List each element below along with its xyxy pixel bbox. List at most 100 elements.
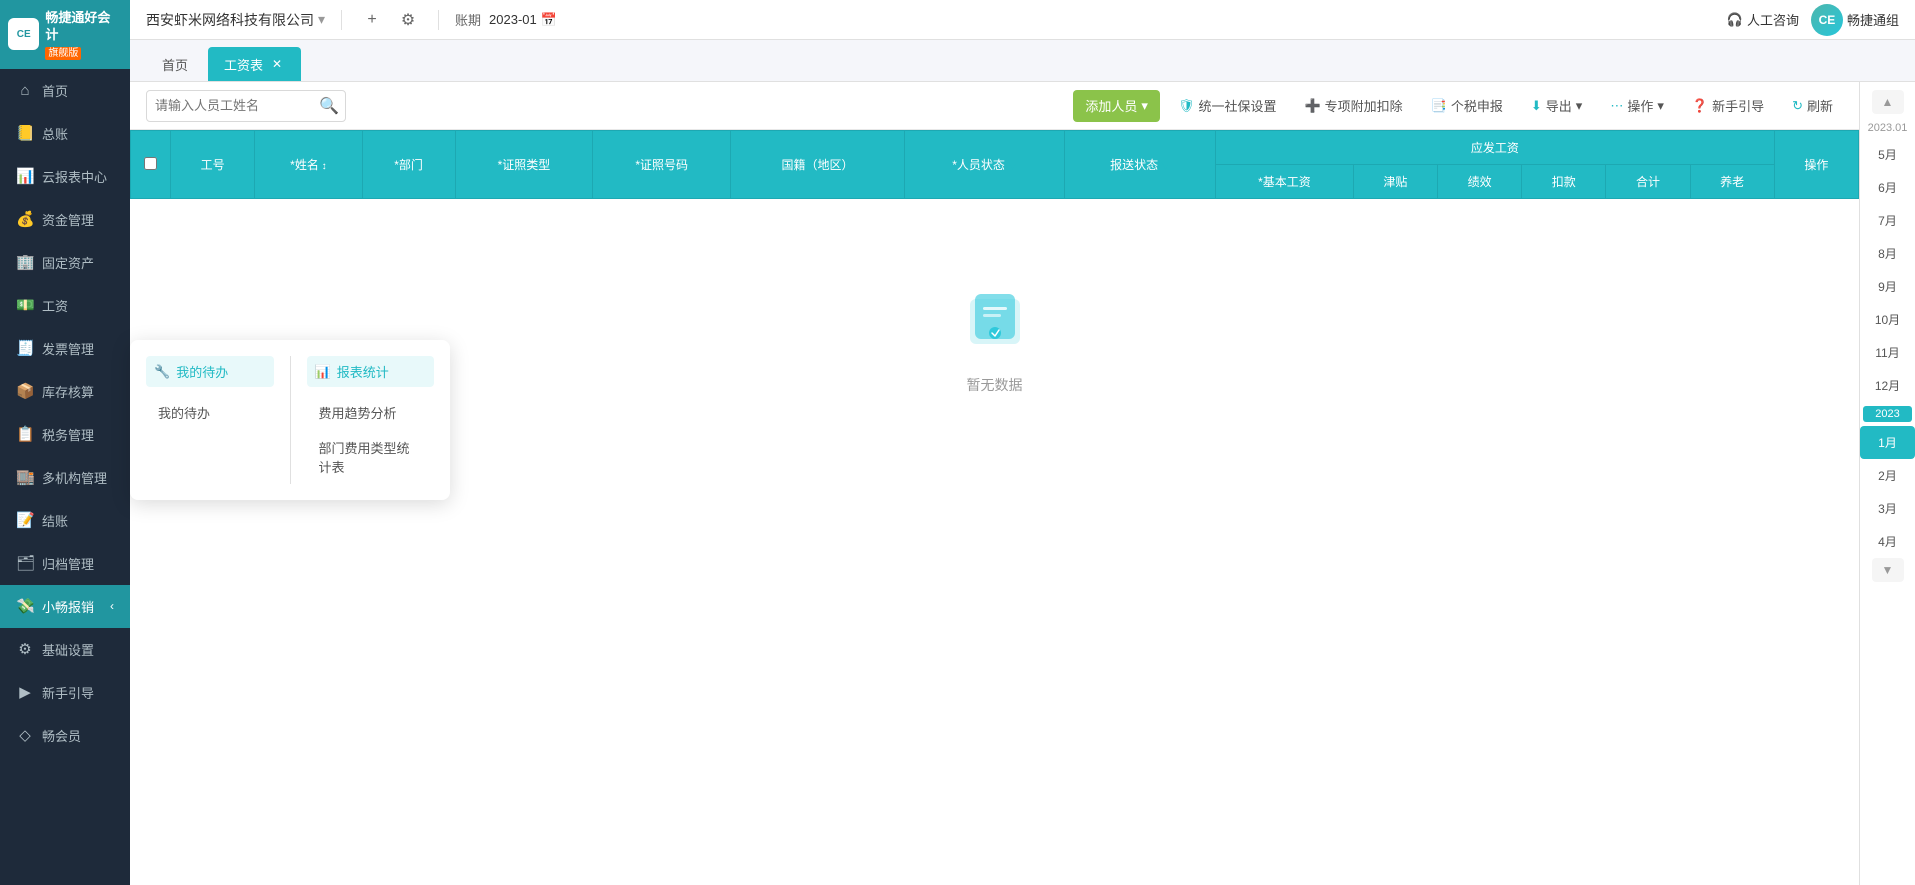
report-icon: 📊 [16, 167, 34, 185]
th-performance[interactable]: 绩效 [1438, 165, 1522, 199]
sidebar-item-invoice[interactable]: 🧾 发票管理 [0, 327, 130, 370]
month-jul-2022[interactable]: 7月 [1860, 204, 1915, 237]
app-name: 畅捷通好会计 [45, 10, 122, 44]
sidebar-item-fund[interactable]: 💰 资金管理 [0, 198, 130, 241]
year-2023-badge: 2023 [1863, 406, 1913, 422]
th-allowance[interactable]: 津贴 [1353, 165, 1437, 199]
th-name[interactable]: *姓名 [255, 131, 362, 199]
topbar-right: 🎧 人工咨询 CE 畅捷通组 [1727, 4, 1899, 36]
sidebar-item-xiaochang[interactable]: 💸 小畅报销 ‹ [0, 585, 130, 628]
popup-report-item-1[interactable]: 费用趋势分析 [307, 395, 435, 430]
service-button[interactable]: 🎧 人工咨询 [1727, 10, 1799, 29]
social-security-button[interactable]: 🛡 统一社保设置 [1168, 90, 1287, 122]
search-box[interactable]: 🔍 [146, 90, 346, 122]
export-chevron: ▾ [1576, 98, 1583, 114]
month-mar-2023[interactable]: 3月 [1860, 492, 1915, 525]
sidebar-item-asset[interactable]: 🏢 固定资产 [0, 241, 130, 284]
popup-col-todo: 🔧 我的待办 我的待办 [146, 356, 274, 484]
new-guide-button[interactable]: ❓ 新手引导 [1682, 90, 1774, 122]
tab-close-payroll[interactable]: ✕ [269, 56, 285, 72]
member-icon: ◇ [16, 726, 34, 744]
search-icon: 🔍 [319, 96, 339, 116]
sidebar-item-tax[interactable]: 📋 税务管理 [0, 413, 130, 456]
th-id-number[interactable]: *证照号码 [593, 131, 731, 199]
topbar: 西安虾米网络科技有限公司 ▾ + ⚙ 账期 2023-01 📅 🎧 人工咨询 C… [130, 0, 1915, 40]
th-base-salary[interactable]: *基本工资 [1216, 165, 1354, 199]
month-jun-2022[interactable]: 6月 [1860, 171, 1915, 204]
sidebar-item-newguide[interactable]: ▶ 新手引导 [0, 671, 130, 714]
tax-return-button[interactable]: 📑 个税申报 [1421, 90, 1513, 122]
th-checkbox[interactable] [131, 131, 171, 199]
export-icon: ⬇ [1531, 98, 1542, 114]
refresh-icon: ↻ [1792, 98, 1803, 114]
export-button[interactable]: ⬇ 导出 ▾ [1521, 90, 1592, 122]
sidebar-item-archive[interactable]: 🗂 归档管理 [0, 542, 130, 585]
sidebar-item-label: 固定资产 [42, 253, 94, 272]
basic-icon: ⚙ [16, 640, 34, 658]
xiaochang-icon: 💸 [16, 597, 34, 615]
month-feb-2023[interactable]: 2月 [1860, 459, 1915, 492]
sidebar-item-ledger[interactable]: 📒 总账 [0, 112, 130, 155]
th-nationality[interactable]: 国籍（地区） [731, 131, 905, 199]
search-input[interactable] [155, 98, 315, 113]
th-employee-id[interactable]: 工号 [171, 131, 255, 199]
sidebar-item-label: 云报表中心 [42, 167, 107, 186]
settings-icon[interactable]: ⚙ [394, 6, 422, 34]
th-report-status[interactable]: 报送状态 ▽ [1064, 131, 1215, 199]
empty-illustration [955, 279, 1035, 359]
sidebar-item-home[interactable]: ⌂ 首页 [0, 69, 130, 112]
select-all-checkbox[interactable] [144, 157, 157, 170]
month-sep-2022[interactable]: 9月 [1860, 270, 1915, 303]
operation-button[interactable]: ⋯ 操作 ▾ [1600, 90, 1674, 122]
tax-icon: 📑 [1431, 98, 1447, 114]
company-name[interactable]: 西安虾米网络科技有限公司 ▾ [146, 10, 325, 30]
sidebar-item-label: 归档管理 [42, 554, 94, 573]
payroll-toolbar: 🔍 添加人员 ▾ 🛡 统一社保设置 ➕ 专项附加扣除 [130, 82, 1859, 130]
month-apr-2023[interactable]: 4月 [1860, 525, 1915, 558]
user-profile[interactable]: CE 畅捷通组 [1811, 4, 1899, 36]
popup-report-item-2[interactable]: 部门费用类型统计表 [307, 430, 435, 484]
sidebar-item-basic[interactable]: ⚙ 基础设置 [0, 628, 130, 671]
th-pension[interactable]: 养老 [1690, 165, 1774, 199]
month-nov-2022[interactable]: 11月 [1860, 336, 1915, 369]
th-id-type[interactable]: *证照类型 [455, 131, 593, 199]
app-logo[interactable]: CE 畅捷通好会计 旗舰版 [0, 0, 130, 69]
month-dec-2022[interactable]: 12月 [1860, 369, 1915, 402]
th-department[interactable]: *部门 [362, 131, 455, 199]
tab-home[interactable]: 首页 [146, 47, 204, 81]
refresh-button[interactable]: ↻ 刷新 [1782, 90, 1843, 122]
sidebar-item-member[interactable]: ◇ 畅会员 [0, 714, 130, 757]
sidebar-item-inventory[interactable]: 📦 库存核算 [0, 370, 130, 413]
month-jan-2023[interactable]: 1月 [1860, 426, 1915, 459]
period-label: 账期 [455, 10, 481, 29]
month-oct-2022[interactable]: 10月 [1860, 303, 1915, 336]
month-nav-down[interactable]: ▼ [1872, 558, 1904, 582]
add-dropdown-chevron: ▾ [1141, 98, 1148, 114]
headset-icon: 🎧 [1727, 12, 1743, 28]
period-value[interactable]: 2023-01 📅 [489, 12, 557, 28]
newguide-icon: ▶ [16, 683, 34, 701]
month-may-2022[interactable]: 5月 [1860, 138, 1915, 171]
sidebar-item-report[interactable]: 📊 云报表中心 [0, 155, 130, 198]
month-sidebar: ▲ 2023.01 5月 6月 7月 8月 9月 10月 11月 12月 202… [1859, 82, 1915, 885]
popup-todo-header: 🔧 我的待办 [146, 356, 274, 387]
th-total[interactable]: 合计 [1606, 165, 1690, 199]
sidebar-item-payroll[interactable]: 💵 工资 [0, 284, 130, 327]
deduct-icon: ➕ [1304, 98, 1320, 114]
th-status[interactable]: *人员状态 ▽ [905, 131, 1065, 199]
add-employee-button[interactable]: 添加人员 ▾ [1073, 90, 1160, 122]
status-filter-icon: ▽ [1008, 160, 1016, 172]
tab-payroll[interactable]: 工资表 ✕ [208, 47, 301, 81]
popup-todo-item[interactable]: 我的待办 [146, 395, 274, 430]
sidebar-item-settlement[interactable]: 📝 结账 [0, 499, 130, 542]
sidebar-item-multi[interactable]: 🏬 多机构管理 [0, 456, 130, 499]
month-aug-2022[interactable]: 8月 [1860, 237, 1915, 270]
sidebar-item-label: 基础设置 [42, 640, 94, 659]
report-header-icon: 📊 [315, 364, 331, 380]
th-deduction[interactable]: 扣款 [1522, 165, 1606, 199]
sidebar: CE 畅捷通好会计 旗舰版 ⌂ 首页 📒 总账 📊 云报表中心 💰 资金管理 🏢… [0, 0, 130, 885]
add-company-button[interactable]: + [358, 6, 386, 34]
settlement-icon: 📝 [16, 511, 34, 529]
special-deduct-button[interactable]: ➕ 专项附加扣除 [1294, 90, 1412, 122]
month-nav-up[interactable]: ▲ [1872, 90, 1904, 114]
